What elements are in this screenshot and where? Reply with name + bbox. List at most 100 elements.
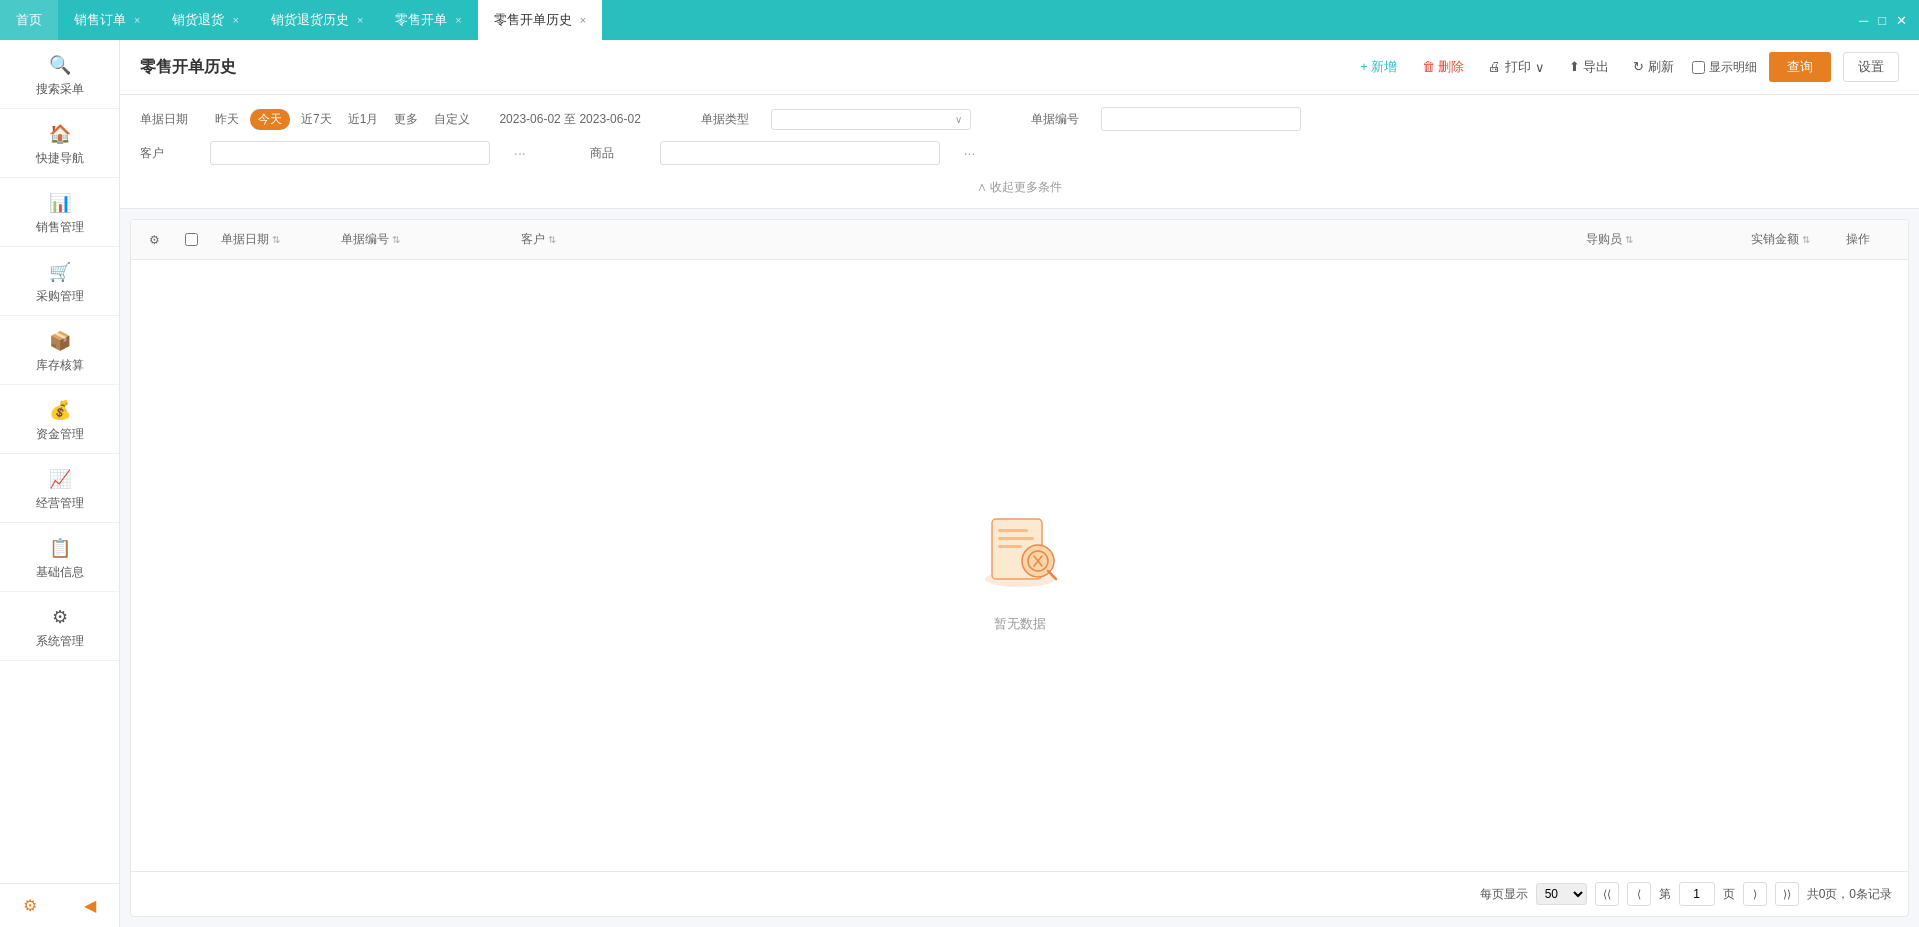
- filter-area: 单据日期 昨天今天近7天近1月更多自定义 2023-06-02 至 2023-0…: [120, 95, 1919, 209]
- date-btn-更多[interactable]: 更多: [389, 109, 423, 130]
- customer-dots[interactable]: ···: [510, 145, 530, 161]
- close-btn[interactable]: ✕: [1896, 13, 1907, 28]
- sidebar-item-operation[interactable]: 📈经营管理: [0, 454, 119, 523]
- operation-icon: 📈: [49, 468, 71, 490]
- export-button[interactable]: ⬆ 导出: [1563, 54, 1616, 80]
- nav-icon: 🏠: [49, 123, 71, 145]
- top-tab-零售开单[interactable]: 零售开单 ×: [379, 0, 477, 40]
- content-area: 零售开单历史 + 新增 🗑 删除 🖨 打印 ∨ ⬆ 导出 ↻ 刷新 显示明细 查…: [120, 40, 1919, 927]
- sidebar-item-basic[interactable]: 📋基础信息: [0, 523, 119, 592]
- query-button[interactable]: 查询: [1769, 52, 1831, 82]
- last-page-btn[interactable]: ⟩⟩: [1775, 882, 1799, 906]
- type-filter-label: 单据类型: [701, 111, 751, 128]
- finance-icon: 💰: [49, 399, 71, 421]
- tab-close-icon[interactable]: ×: [580, 14, 586, 26]
- top-tab-销货退货[interactable]: 销货退货 ×: [156, 0, 254, 40]
- empty-text: 暂无数据: [994, 615, 1046, 633]
- tab-label: 销货退货历史: [271, 11, 349, 29]
- display-col-checkbox[interactable]: 显示明细: [1692, 59, 1757, 76]
- add-button[interactable]: + 新增: [1354, 54, 1403, 80]
- sidebar-item-purchase[interactable]: 🛒采购管理: [0, 247, 119, 316]
- svg-rect-4: [998, 545, 1022, 548]
- display-col-label: 显示明细: [1709, 59, 1757, 76]
- svg-rect-2: [998, 529, 1028, 532]
- top-tab-零售开单历史[interactable]: 零售开单历史×: [478, 0, 602, 40]
- collapse-more-label: ∧ 收起更多条件: [977, 179, 1062, 196]
- col-header-billno[interactable]: 单据编号 ⇅: [333, 231, 513, 248]
- inventory-icon: 📦: [49, 330, 71, 352]
- tab-label: 销货退货: [172, 11, 224, 29]
- display-col-input[interactable]: [1692, 61, 1705, 74]
- delete-button[interactable]: 🗑 删除: [1416, 54, 1471, 80]
- sidebar-item-search[interactable]: 🔍搜索采单: [0, 40, 119, 109]
- date-btn-今天[interactable]: 今天: [250, 109, 290, 130]
- per-page-select[interactable]: 50 100 200: [1536, 883, 1587, 905]
- max-btn[interactable]: □: [1878, 13, 1886, 28]
- main-layout: 🔍搜索采单 🏠 快捷导航 📊销售管理🛒采购管理📦库存核算💰资金管理📈经营管理📋基础信息…: [0, 40, 1919, 927]
- sidebar-item-finance[interactable]: 💰资金管理: [0, 385, 119, 454]
- pagination: 每页显示 50 100 200 ⟨⟨ ⟨ 第 页 ⟩ ⟩⟩ 共0页，0条记录: [131, 871, 1908, 916]
- tab-list: 首页销售订单×销货退货×销货退货历史×零售开单×零售开单历史×: [0, 0, 1847, 40]
- select-all-checkbox[interactable]: [185, 233, 198, 246]
- col-date-sort-icon: ⇅: [272, 234, 280, 245]
- tab-label: 首页: [16, 11, 42, 29]
- page-input[interactable]: [1679, 882, 1715, 906]
- print-button[interactable]: 🖨 打印 ∨: [1482, 54, 1551, 80]
- tab-close-icon[interactable]: ×: [455, 14, 461, 26]
- top-tab-首页[interactable]: 首页: [0, 0, 58, 40]
- page-unit: 页: [1723, 886, 1735, 903]
- empty-icon: [970, 499, 1070, 599]
- sidebar-item-label-nav: 快捷导航: [36, 150, 84, 167]
- setting-button[interactable]: 设置: [1843, 52, 1899, 82]
- col-header-action: 操作: [1818, 231, 1898, 248]
- next-page-btn[interactable]: ⟩: [1743, 882, 1767, 906]
- table-select-all[interactable]: [177, 233, 213, 246]
- goods-input[interactable]: [660, 141, 940, 165]
- sales-icon: 📊: [49, 192, 71, 214]
- sidebar-collapse-icon[interactable]: ◀: [84, 896, 96, 915]
- goods-dots[interactable]: ···: [960, 145, 980, 161]
- col-customer-label: 客户: [521, 231, 545, 248]
- prev-page-btn[interactable]: ⟨: [1627, 882, 1651, 906]
- col-amount-label: 实销金额: [1751, 231, 1799, 248]
- date-filter-label: 单据日期: [140, 111, 190, 128]
- system-icon: ⚙: [52, 606, 68, 628]
- col-header-date[interactable]: 单据日期 ⇅: [213, 231, 333, 248]
- sidebar-item-label-search: 搜索采单: [36, 81, 84, 98]
- col-header-customer[interactable]: 客户 ⇅: [513, 231, 1578, 248]
- sidebar-bottom: ⚙ ◀: [0, 883, 119, 927]
- col-header-amount[interactable]: 实销金额 ⇅: [1698, 231, 1818, 248]
- type-select[interactable]: ∨: [771, 109, 971, 130]
- goods-filter-label: 商品: [590, 145, 640, 162]
- sidebar-item-nav[interactable]: 🏠 快捷导航: [0, 109, 119, 178]
- tab-close-icon[interactable]: ×: [232, 14, 238, 26]
- col-header-guide[interactable]: 导购员 ⇅: [1578, 231, 1698, 248]
- date-btn-昨天[interactable]: 昨天: [210, 109, 244, 130]
- date-btn-近1月[interactable]: 近1月: [343, 109, 384, 130]
- page-header: 零售开单历史 + 新增 🗑 删除 🖨 打印 ∨ ⬆ 导出 ↻ 刷新 显示明细 查…: [120, 40, 1919, 95]
- collapse-more-btn[interactable]: ∧ 收起更多条件: [140, 175, 1899, 196]
- col-customer-sort-icon: ⇅: [548, 234, 556, 245]
- date-btn-自定义[interactable]: 自定义: [429, 109, 475, 130]
- sidebar-item-label-purchase: 采购管理: [36, 288, 84, 305]
- tab-close-icon[interactable]: ×: [134, 14, 140, 26]
- table-setting-btn[interactable]: ⚙: [141, 233, 177, 247]
- col-guide-label: 导购员: [1586, 231, 1622, 248]
- date-btn-近7天[interactable]: 近7天: [296, 109, 337, 130]
- tab-label: 零售开单: [395, 11, 447, 29]
- date-btn-group: 昨天今天近7天近1月更多自定义: [210, 109, 475, 130]
- first-page-btn[interactable]: ⟨⟨: [1595, 882, 1619, 906]
- min-btn[interactable]: ─: [1859, 13, 1868, 28]
- customer-input[interactable]: [210, 141, 490, 165]
- billno-input[interactable]: [1101, 107, 1301, 131]
- sidebar-item-system[interactable]: ⚙系统管理: [0, 592, 119, 661]
- sidebar-item-sales[interactable]: 📊销售管理: [0, 178, 119, 247]
- top-bar: 首页销售订单×销货退货×销货退货历史×零售开单×零售开单历史× ─ □ ✕: [0, 0, 1919, 40]
- sidebar-item-inventory[interactable]: 📦库存核算: [0, 316, 119, 385]
- tab-close-icon[interactable]: ×: [357, 14, 363, 26]
- page-label: 第: [1659, 886, 1671, 903]
- top-tab-销货退货历史[interactable]: 销货退货历史 ×: [255, 0, 379, 40]
- refresh-button[interactable]: ↻ 刷新: [1627, 54, 1680, 80]
- top-tab-销售订单[interactable]: 销售订单×: [58, 0, 156, 40]
- sidebar-gear-icon[interactable]: ⚙: [23, 896, 37, 915]
